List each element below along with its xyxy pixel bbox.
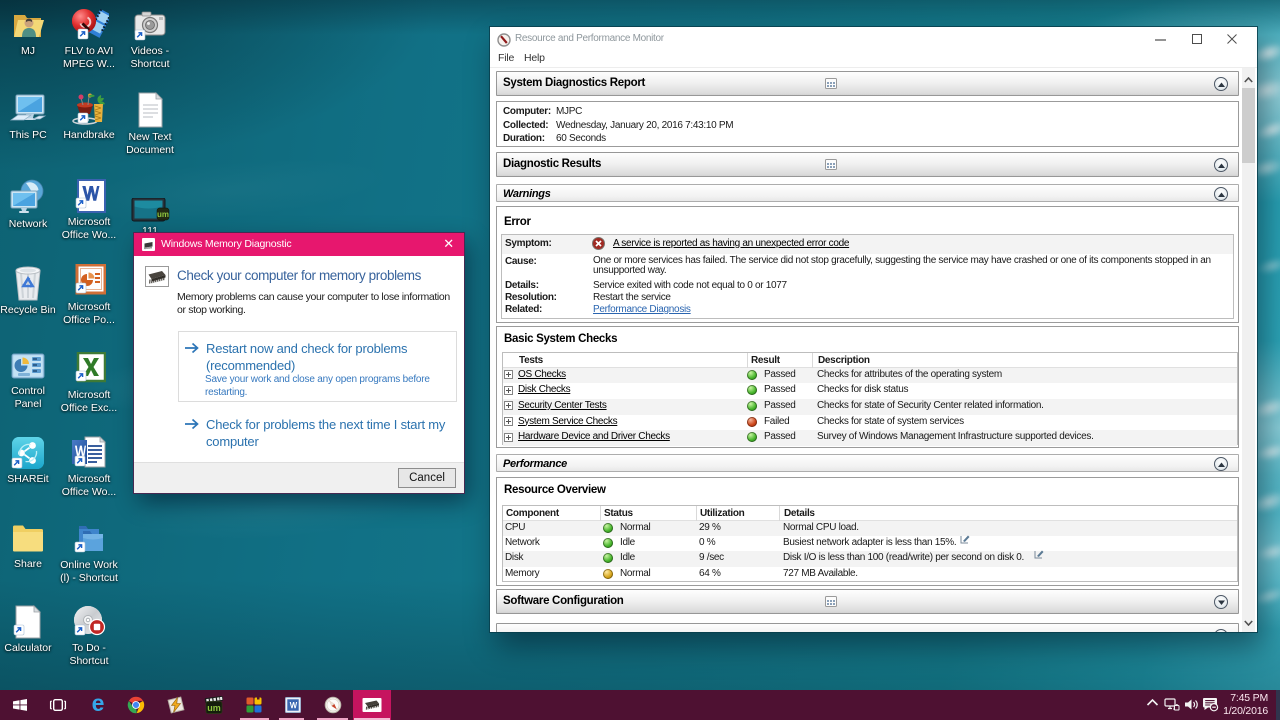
svg-text:um: um — [207, 703, 221, 713]
svg-text:um: um — [157, 210, 169, 219]
